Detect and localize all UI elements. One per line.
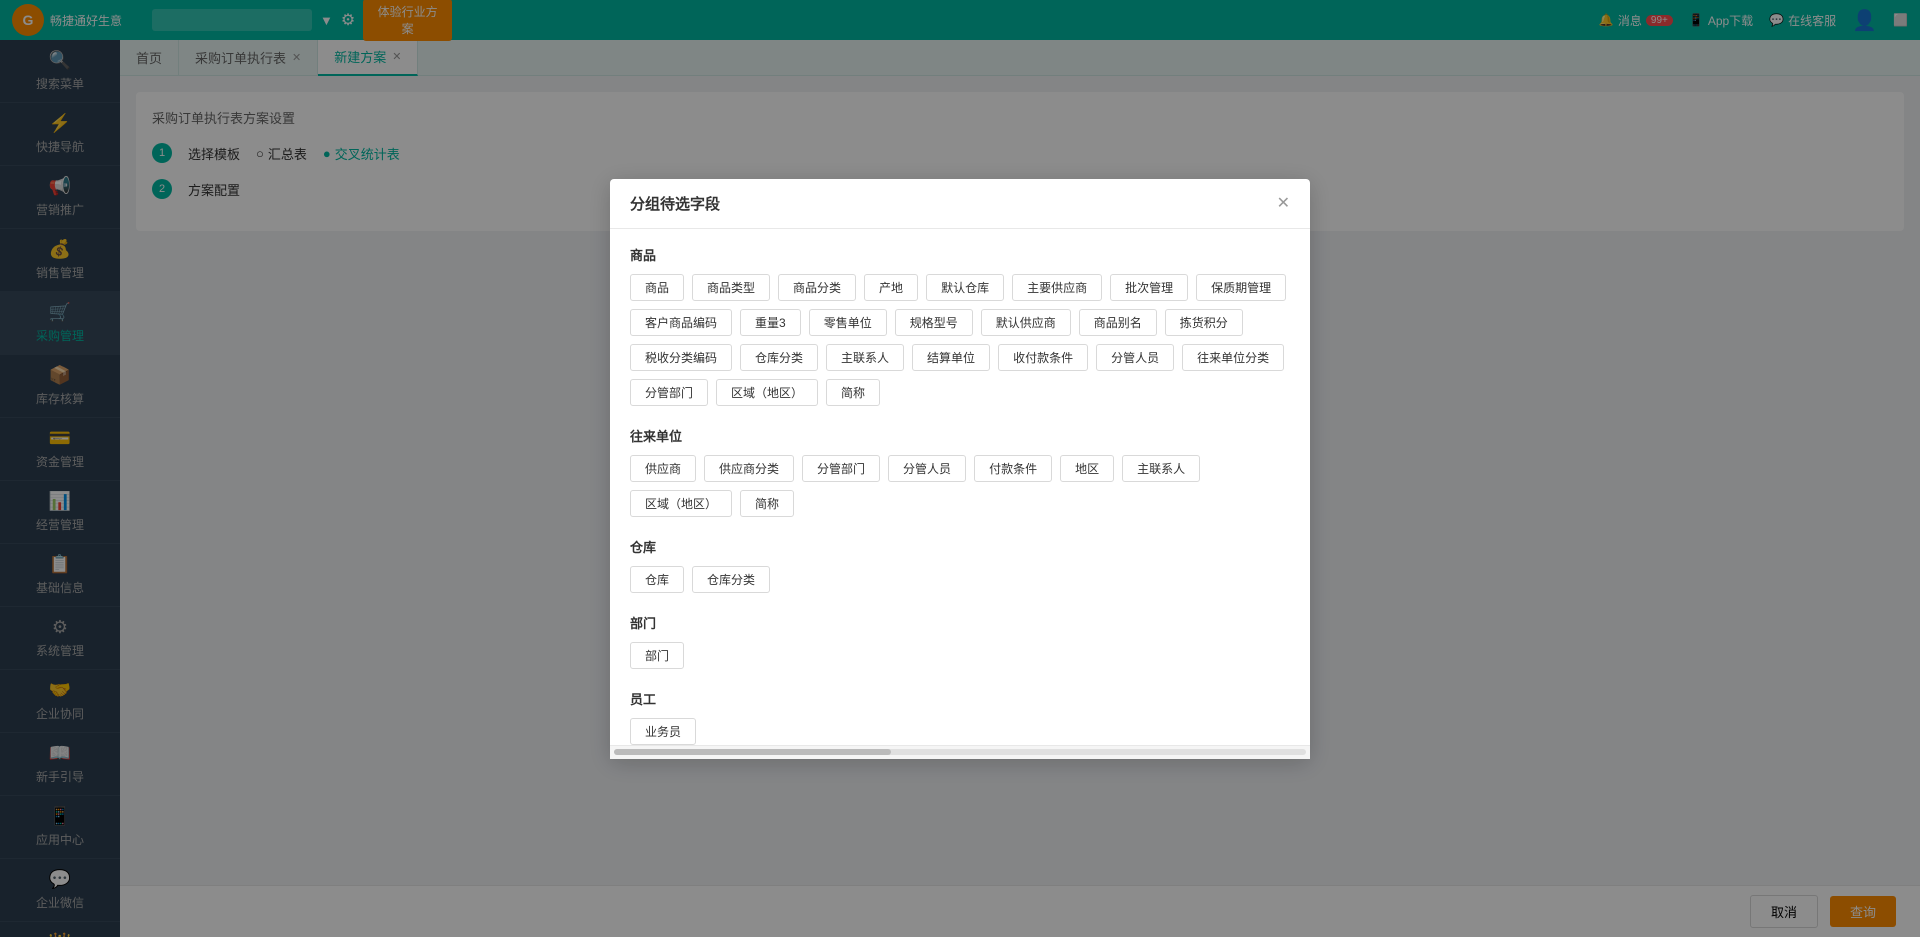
tag-abbr2[interactable]: 简称 [740, 490, 794, 517]
tag-pick-points[interactable]: 拣货积分 [1165, 309, 1243, 336]
tag-supplier-category[interactable]: 供应商分类 [704, 455, 794, 482]
tag-main-contact[interactable]: 主联系人 [826, 344, 904, 371]
tag-counterpart-category[interactable]: 往来单位分类 [1182, 344, 1284, 371]
tag-product-alias[interactable]: 商品别名 [1079, 309, 1157, 336]
tag-spec-model[interactable]: 规格型号 [895, 309, 973, 336]
hscroll-thumb[interactable] [614, 749, 891, 755]
tag-batch-management[interactable]: 批次管理 [1110, 274, 1188, 301]
section-product-tags: 商品 商品类型 商品分类 产地 默认仓库 主要供应商 批次管理 保质期管理 客户… [630, 274, 1290, 406]
section-product-title: 商品 [630, 245, 1290, 264]
tag-origin[interactable]: 产地 [864, 274, 918, 301]
tag-supervisor2[interactable]: 分管人员 [888, 455, 966, 482]
modal-header: 分组待选字段 ✕ [610, 179, 1310, 229]
tag-warehouse[interactable]: 仓库 [630, 566, 684, 593]
tag-warehouse-category[interactable]: 仓库分类 [740, 344, 818, 371]
tag-supplier[interactable]: 供应商 [630, 455, 696, 482]
tag-dept2[interactable]: 分管部门 [802, 455, 880, 482]
tag-payment-cond[interactable]: 付款条件 [974, 455, 1052, 482]
tag-settlement-unit[interactable]: 结算单位 [912, 344, 990, 371]
tag-region2[interactable]: 地区 [1060, 455, 1114, 482]
tag-main-contact2[interactable]: 主联系人 [1122, 455, 1200, 482]
section-warehouse-title: 仓库 [630, 537, 1290, 556]
tag-weight3[interactable]: 重量3 [740, 309, 801, 336]
section-dept-tags: 部门 [630, 642, 1290, 669]
section-warehouse: 仓库 仓库 仓库分类 [630, 537, 1290, 593]
tag-customer-code[interactable]: 客户商品编码 [630, 309, 732, 336]
tag-supervisor[interactable]: 分管人员 [1096, 344, 1174, 371]
modal-body: 商品 商品 商品类型 商品分类 产地 默认仓库 主要供应商 批次管理 保质期管理… [610, 229, 1310, 745]
section-counterpart-title: 往来单位 [630, 426, 1290, 445]
tag-retail-unit[interactable]: 零售单位 [809, 309, 887, 336]
tag-region[interactable]: 区域（地区） [716, 379, 818, 406]
tag-default-supplier[interactable]: 默认供应商 [981, 309, 1071, 336]
section-employee-title: 员工 [630, 689, 1290, 708]
hscroll-bar [614, 749, 1306, 755]
field-select-modal: 分组待选字段 ✕ 商品 商品 商品类型 商品分类 产地 默认仓库 主要供应商 批… [610, 179, 1310, 759]
section-employee: 员工 业务员 [630, 689, 1290, 745]
section-counterpart-tags: 供应商 供应商分类 分管部门 分管人员 付款条件 地区 主联系人 区域（地区） … [630, 455, 1290, 517]
tag-main-supplier[interactable]: 主要供应商 [1012, 274, 1102, 301]
modal-close-button[interactable]: ✕ [1277, 193, 1290, 213]
tag-payment-terms[interactable]: 收付款条件 [998, 344, 1088, 371]
section-dept: 部门 部门 [630, 613, 1290, 669]
modal-title: 分组待选字段 [630, 193, 720, 214]
section-employee-tags: 业务员 [630, 718, 1290, 745]
tag-expiry-management[interactable]: 保质期管理 [1196, 274, 1286, 301]
section-product: 商品 商品 商品类型 商品分类 产地 默认仓库 主要供应商 批次管理 保质期管理… [630, 245, 1290, 406]
tag-abbr[interactable]: 简称 [826, 379, 880, 406]
tag-product-type[interactable]: 商品类型 [692, 274, 770, 301]
modal-hscroll [610, 745, 1310, 759]
tag-warehouse-cat[interactable]: 仓库分类 [692, 566, 770, 593]
tag-region3[interactable]: 区域（地区） [630, 490, 732, 517]
tag-product-category[interactable]: 商品分类 [778, 274, 856, 301]
tag-product[interactable]: 商品 [630, 274, 684, 301]
tag-tax-code[interactable]: 税收分类编码 [630, 344, 732, 371]
section-dept-title: 部门 [630, 613, 1290, 632]
section-counterpart: 往来单位 供应商 供应商分类 分管部门 分管人员 付款条件 地区 主联系人 区域… [630, 426, 1290, 517]
tag-dept3[interactable]: 部门 [630, 642, 684, 669]
tag-default-warehouse[interactable]: 默认仓库 [926, 274, 1004, 301]
section-warehouse-tags: 仓库 仓库分类 [630, 566, 1290, 593]
tag-dept[interactable]: 分管部门 [630, 379, 708, 406]
tag-salesperson[interactable]: 业务员 [630, 718, 696, 745]
